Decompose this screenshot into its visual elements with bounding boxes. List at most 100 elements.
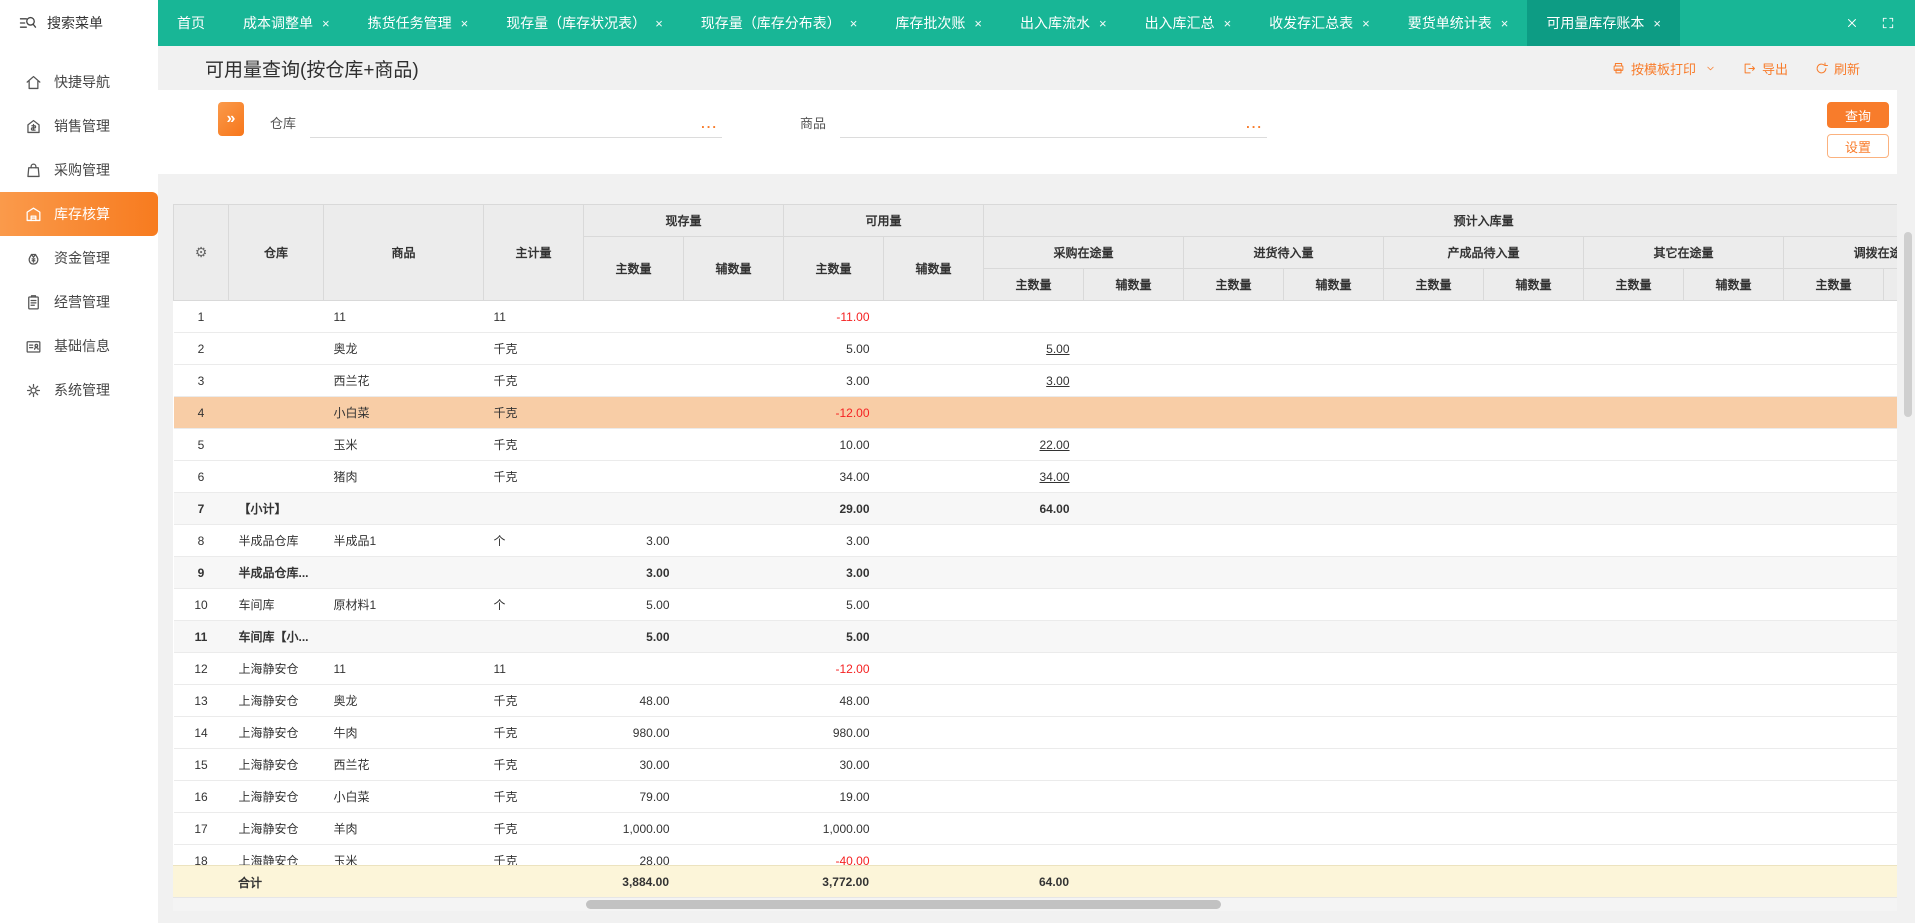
header-avail-aux[interactable]: 辅数量 [883,236,985,301]
product-picker-ellipsis[interactable]: ... [1246,116,1267,131]
cell-product: 小白菜 [323,780,484,813]
vertical-scrollbar-thumb[interactable] [1904,232,1912,417]
tab-1[interactable]: 首页 [158,0,224,46]
cell-po_aux [1083,460,1184,493]
header-finished-main[interactable]: 主数量 [1383,268,1485,301]
tab-5[interactable]: 现存量（库存分布表） × [682,0,877,46]
tab-close-icon[interactable]: × [1224,17,1232,30]
refresh-button[interactable]: 刷新 [1814,59,1860,78]
tab-close-icon[interactable]: × [1099,17,1107,30]
tab-close-icon[interactable]: × [322,17,330,30]
table-row[interactable]: 9 半成品仓库... 3.00 3.00 [173,556,1897,589]
table-row[interactable]: 4 小白菜 千克 -12.00 [173,396,1897,429]
table-row[interactable]: 1 11 11 -11.00 [173,300,1897,333]
header-other-main[interactable]: 主数量 [1583,268,1685,301]
table-row[interactable]: 13 上海静安仓 奥龙 千克 48.00 48.00 [173,684,1897,717]
tab-close-icon[interactable]: × [1362,17,1370,30]
cell-in_main [1183,524,1284,557]
table-row[interactable]: 6 猪肉 千克 34.00 34.00 [173,460,1897,493]
table-row[interactable]: 17 上海静安仓 羊肉 千克 1,000.00 1,000.00 [173,812,1897,845]
table-row[interactable]: 10 车间库 原材料1 个 5.00 5.00 [173,588,1897,621]
sidebar-item-采购管理[interactable]: 采购管理 [0,148,158,192]
sidebar-item-基础信息[interactable]: 基础信息 [0,324,158,368]
tab-11[interactable]: 可用量库存账本 × [1527,0,1680,46]
cell-po_main [983,844,1084,865]
cell-other_aux [1683,364,1784,397]
tab-close-icon[interactable]: × [850,17,858,30]
table-row[interactable]: 18 上海静安仓 玉米 千克 28.00 -40.00 [173,844,1897,865]
sidebar-item-系统管理[interactable]: 系统管理 [0,368,158,412]
expand-filters-button[interactable]: » [218,102,244,136]
header-transfer-aux[interactable]: 辅数量 [1883,268,1897,301]
table-row[interactable]: 3 西兰花 千克 3.00 3.00 [173,364,1897,397]
warehouse-picker-ellipsis[interactable]: ... [701,116,722,131]
warehouse-input[interactable]: ... [310,110,723,138]
horizontal-scrollbar-thumb[interactable] [586,900,1221,909]
tab-close-icon[interactable]: × [655,17,663,30]
horizontal-scrollbar[interactable] [173,897,1897,911]
tab-close-icon[interactable]: × [461,17,469,30]
tab-4[interactable]: 现存量（库存状况表） × [487,0,682,46]
header-finished-aux[interactable]: 辅数量 [1483,268,1585,301]
table-row[interactable]: 8 半成品仓库 半成品1 个 3.00 3.00 [173,524,1897,557]
table-row[interactable]: 15 上海静安仓 西兰花 千克 30.00 30.00 [173,748,1897,781]
header-stock-aux[interactable]: 辅数量 [682,236,785,301]
tab-7[interactable]: 出入库流水 × [1001,0,1126,46]
app-window: 搜索菜单 首页 成本调整单 × 拣货任务管理 × 现存量（库存状况表） × 现存量（库存分布表… [0,0,1915,923]
export-button[interactable]: 导出 [1742,59,1788,78]
cell-stock_aux [683,396,784,429]
header-po-aux[interactable]: 辅数量 [1083,268,1185,301]
header-other-aux[interactable]: 辅数量 [1683,268,1785,301]
close-icon[interactable] [1845,16,1859,30]
fullscreen-icon[interactable] [1881,16,1895,30]
cell-transfer_main [1783,620,1884,653]
column-settings-gear-icon[interactable]: ⚙ [195,245,208,261]
table-row[interactable]: 2 奥龙 千克 5.00 5.00 [173,332,1897,365]
cell-avail_main: 5.00 [783,332,884,365]
header-avail-main[interactable]: 主数量 [783,236,885,301]
tab-close-icon[interactable]: × [1501,17,1509,30]
tab-8[interactable]: 出入库汇总 × [1126,0,1251,46]
table-row[interactable]: 5 玉米 千克 10.00 22.00 [173,428,1897,461]
table-row[interactable]: 14 上海静安仓 牛肉 千克 980.00 980.00 [173,716,1897,749]
page-title: 可用量查询(按仓库+商品) [205,59,419,81]
tab-10[interactable]: 要货单统计表 × [1389,0,1528,46]
table-viewport[interactable]: ⚙ 仓库 商品 主计量 现存量 可用量 预计入库量 主数量 辅数量 主数量 辅数… [173,204,1897,865]
query-button[interactable]: 查询 [1827,102,1889,128]
tab-2[interactable]: 成本调整单 × [224,0,349,46]
sidebar-item-经营管理[interactable]: 经营管理 [0,280,158,324]
table-row[interactable]: 11 车间库【小... 5.00 5.00 [173,620,1897,653]
vertical-scrollbar[interactable] [1901,204,1915,911]
cell-product: 11 [323,652,484,685]
tab-close-icon[interactable]: × [974,17,982,30]
header-transfer-main[interactable]: 主数量 [1783,268,1885,301]
column-settings-cell[interactable]: ⚙ [173,204,229,301]
search-menu[interactable]: 搜索菜单 [0,0,158,46]
tab-close-icon[interactable]: × [1653,17,1661,30]
cell-po_main[interactable]: 3.00 [983,364,1084,397]
table-row[interactable]: 12 上海静安仓 11 11 -12.00 [173,652,1897,685]
header-incoming-main[interactable]: 主数量 [1183,268,1285,301]
product-input[interactable]: ... [840,110,1268,138]
tab-3[interactable]: 拣货任务管理 × [349,0,488,46]
table-row[interactable]: 16 上海静安仓 小白菜 千克 79.00 19.00 [173,780,1897,813]
tab-9[interactable]: 收发存汇总表 × [1250,0,1389,46]
header-unit[interactable]: 主计量 [483,204,584,301]
sidebar-item-销售管理[interactable]: 销售管理 [0,104,158,148]
sidebar-item-库存核算[interactable]: 库存核算 [0,192,158,236]
operations-icon [28,294,39,309]
tab-6[interactable]: 库存批次账 × [876,0,1001,46]
header-po-main[interactable]: 主数量 [983,268,1085,301]
sidebar-item-快捷导航[interactable]: 快捷导航 [0,60,158,104]
table-row[interactable]: 7 【小计】 29.00 64.00 [173,492,1897,525]
cell-po_main[interactable]: 22.00 [983,428,1084,461]
settings-button[interactable]: 设置 [1827,134,1889,158]
header-stock-main[interactable]: 主数量 [583,236,684,301]
sidebar-item-资金管理[interactable]: 资金管理 [0,236,158,280]
cell-po_main[interactable]: 5.00 [983,332,1084,365]
header-warehouse[interactable]: 仓库 [228,204,324,301]
print-by-template-button[interactable]: 按模板打印 [1611,59,1716,78]
header-incoming-aux[interactable]: 辅数量 [1283,268,1385,301]
header-product[interactable]: 商品 [323,204,484,301]
cell-po_main[interactable]: 34.00 [983,460,1084,493]
